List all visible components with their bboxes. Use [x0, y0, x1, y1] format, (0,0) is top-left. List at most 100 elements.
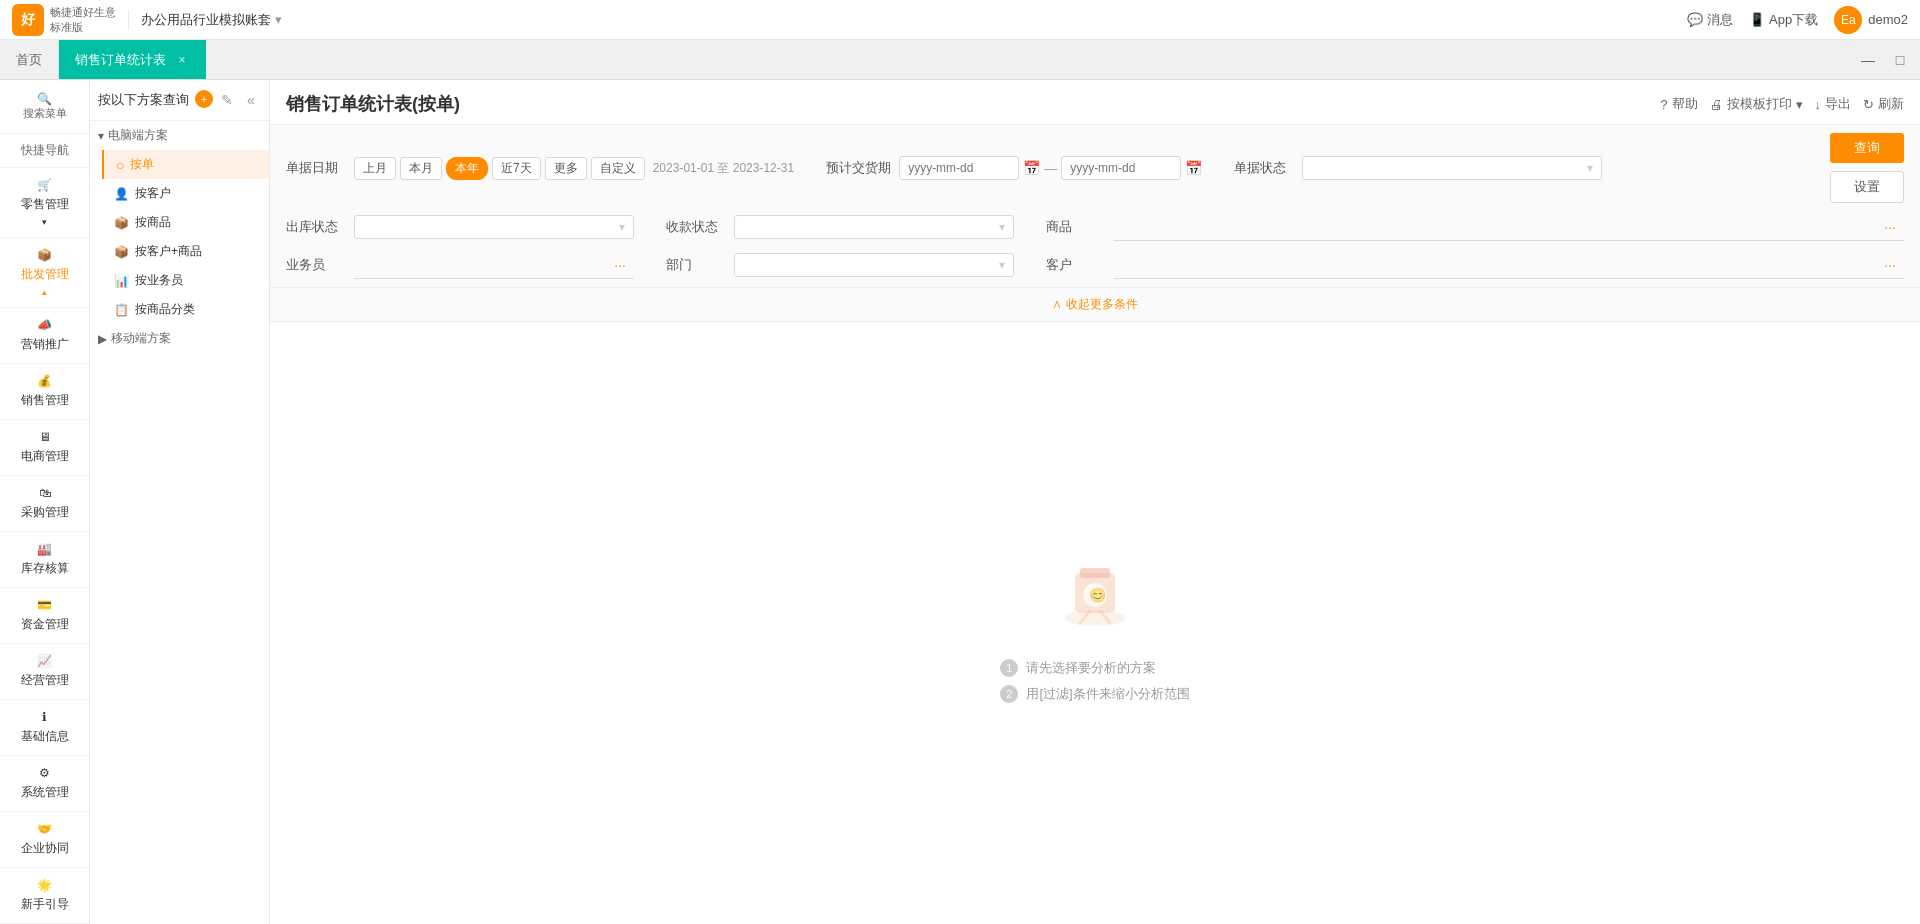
calendar-icon: 📅: [1023, 160, 1040, 176]
expected-date-start[interactable]: [899, 156, 1019, 180]
edit-scheme-button[interactable]: ✎: [217, 90, 237, 110]
system-icon: ⚙: [39, 766, 50, 780]
sidebar-item-ecommerce[interactable]: 🖥 电商管理: [0, 420, 89, 476]
goods-label: 商品: [1046, 218, 1106, 236]
department-select[interactable]: ▾: [734, 253, 1014, 277]
goods-more-icon[interactable]: ···: [1884, 219, 1896, 235]
sidebar-item-inventory[interactable]: 🏭 库存核算: [0, 532, 89, 588]
template-print-button[interactable]: 🖨 按模板打印 ▾: [1710, 95, 1803, 113]
date-buttons: 上月 本月 本年 近7天 更多 自定义: [354, 157, 645, 180]
sidebar-item-purchase[interactable]: 🛍 采购管理: [0, 476, 89, 532]
setting-button[interactable]: 设置: [1830, 171, 1904, 203]
by-goods-category-icon: 📋: [114, 303, 129, 317]
filter-row-1: 单据日期 上月 本月 本年 近7天 更多 自定义 2023-01-01 至 20…: [286, 133, 1904, 203]
empty-tip-2: 2 用[过滤]条件来缩小分析范围: [1000, 685, 1189, 703]
tip-num-1: 1: [1000, 659, 1018, 677]
payment-status-label: 收款状态: [666, 218, 726, 236]
tree-item-by-customer-goods[interactable]: 📦 按客户+商品: [102, 237, 269, 266]
tab-maximize-button[interactable]: □: [1888, 48, 1912, 72]
customer-input[interactable]: ···: [1114, 251, 1904, 279]
date-btn-custom[interactable]: 自定义: [591, 157, 645, 180]
tab-minimize-button[interactable]: —: [1856, 48, 1880, 72]
sidebar-item-finance[interactable]: 💳 资金管理: [0, 588, 89, 644]
tab-home[interactable]: 首页: [0, 40, 59, 79]
collapse-bar[interactable]: ∧ 收起更多条件: [270, 288, 1920, 322]
message-button[interactable]: 💬 消息: [1687, 11, 1733, 29]
tab-close-button[interactable]: ×: [174, 52, 190, 68]
date-btn-last-month[interactable]: 上月: [354, 157, 396, 180]
by-salesperson-icon: 📊: [114, 274, 129, 288]
by-order-icon: ○: [116, 157, 124, 173]
chevron-down-icon[interactable]: ▾: [275, 12, 282, 27]
finance-icon: 💳: [37, 598, 52, 612]
sidebar-item-system[interactable]: ⚙ 系统管理: [0, 756, 89, 812]
shipment-status-select[interactable]: ▾: [354, 215, 634, 239]
payment-status-select[interactable]: ▾: [734, 215, 1014, 239]
salesperson-input[interactable]: ···: [354, 251, 634, 279]
tab-active[interactable]: 销售订单统计表 ×: [59, 40, 206, 79]
tree-item-by-goods-category[interactable]: 📋 按商品分类: [102, 295, 269, 324]
main-content: 销售订单统计表(按单) ? 帮助 🖨 按模板打印 ▾ ↓ 导出: [270, 80, 1920, 924]
chevron-down-icon: ▾: [999, 258, 1005, 272]
collapse-panel-button[interactable]: «: [241, 90, 261, 110]
tree-expand-icon: ▾: [98, 129, 104, 143]
tip-num-2: 2: [1000, 685, 1018, 703]
sidebar-item-marketing[interactable]: 📣 营销推广: [0, 308, 89, 364]
sidebar-item-basic[interactable]: ℹ 基础信息: [0, 700, 89, 756]
customer-more-icon[interactable]: ···: [1884, 257, 1896, 273]
tree-item-by-customer[interactable]: 👤 按客户: [102, 179, 269, 208]
date-btn-7days[interactable]: 近7天: [492, 157, 541, 180]
expected-date-end[interactable]: [1061, 156, 1181, 180]
customer-label: 客户: [1046, 256, 1106, 274]
department-label: 部门: [666, 256, 726, 274]
export-button[interactable]: ↓ 导出: [1815, 95, 1852, 113]
left-panel: 按以下方案查询 + ✎ « ▾ 电脑端方案 ○ 按单: [90, 80, 270, 924]
main-layout: 🔍 搜索菜单 快捷导航 🛒 零售管理 ▾ 📦 批发管理 ▴ 📣 营销推广 💰 销…: [0, 80, 1920, 924]
tree-item-by-salesperson[interactable]: 📊 按业务员: [102, 266, 269, 295]
sidebar-item-enterprise[interactable]: 🤝 企业协同: [0, 812, 89, 868]
export-icon: ↓: [1815, 97, 1822, 112]
tree-group-mobile[interactable]: ▶ 移动端方案: [90, 324, 269, 353]
empty-tip-1: 1 请先选择要分析的方案: [1000, 659, 1189, 677]
add-scheme-button[interactable]: +: [195, 90, 213, 108]
refresh-button[interactable]: ↻ 刷新: [1863, 95, 1904, 113]
logo: 好 畅捷通好生意 标准版: [12, 4, 116, 36]
date-btn-this-month[interactable]: 本月: [400, 157, 442, 180]
tabbar-actions: — □: [1856, 48, 1920, 72]
help-button[interactable]: ? 帮助: [1660, 95, 1697, 113]
search-icon: 🔍: [37, 92, 52, 106]
topbar-divider: [128, 10, 129, 30]
enterprise-icon: 🤝: [37, 822, 52, 836]
goods-input[interactable]: ···: [1114, 213, 1904, 241]
date-btn-more[interactable]: 更多: [545, 157, 587, 180]
by-customer-icon: 👤: [114, 187, 129, 201]
topbar-right: 💬 消息 📱 App下载 Ea demo2: [1687, 6, 1908, 34]
query-button[interactable]: 查询: [1830, 133, 1904, 163]
sidebar-item-sales[interactable]: 💰 销售管理: [0, 364, 89, 420]
search-menu-button[interactable]: 🔍 搜索菜单: [8, 88, 81, 125]
content-area: 按以下方案查询 + ✎ « ▾ 电脑端方案 ○ 按单: [90, 80, 1920, 924]
empty-illustration: 😊: [1045, 543, 1145, 643]
tree-item-by-order[interactable]: ○ 按单: [102, 150, 269, 179]
date-separator: —: [1044, 161, 1057, 176]
sidebar-item-wholesale[interactable]: 📦 批发管理 ▴: [0, 238, 89, 308]
sidebar-item-newbie[interactable]: 🌟 新手引导: [0, 868, 89, 924]
sidebar-item-retail[interactable]: 🛒 零售管理 ▾: [0, 168, 89, 238]
quick-nav-button[interactable]: 快捷导航: [0, 134, 89, 168]
chevron-up-icon: ▴: [42, 287, 47, 297]
filter-row-3: 业务员 ··· 部门 ▾ 客户: [286, 251, 1904, 279]
topbar-title: 办公用品行业模拟账套 ▾: [141, 11, 1679, 29]
tree-group-desktop[interactable]: ▾ 电脑端方案: [90, 121, 269, 150]
marketing-icon: 📣: [37, 318, 52, 332]
tree-item-by-goods[interactable]: 📦 按商品: [102, 208, 269, 237]
salesperson-more-icon[interactable]: ···: [614, 257, 626, 273]
sales-icon: 💰: [37, 374, 52, 388]
order-status-select[interactable]: ▾: [1302, 156, 1602, 180]
topbar: 好 畅捷通好生意 标准版 办公用品行业模拟账套 ▾ 💬 消息 📱 App下载 E…: [0, 0, 1920, 40]
tree-expand-mobile-icon: ▶: [98, 332, 107, 346]
sidebar-item-operation[interactable]: 📈 经营管理: [0, 644, 89, 700]
user-menu-button[interactable]: Ea demo2: [1834, 6, 1908, 34]
page-title: 销售订单统计表(按单): [286, 92, 460, 116]
date-btn-this-year[interactable]: 本年: [446, 157, 488, 180]
app-download-button[interactable]: 📱 App下载: [1749, 11, 1818, 29]
